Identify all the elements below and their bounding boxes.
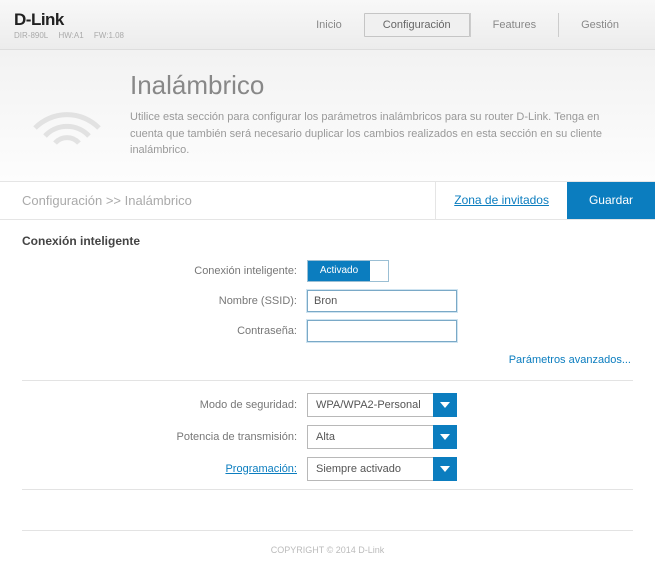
section-divider bbox=[22, 380, 633, 381]
save-button[interactable]: Guardar bbox=[567, 182, 655, 219]
label-ssid: Nombre (SSID): bbox=[22, 295, 307, 307]
advanced-link-row: Parámetros avanzados... bbox=[22, 350, 633, 374]
select-security-value: WPA/WPA2-Personal bbox=[307, 393, 433, 417]
content-area: Conexión inteligente Conexión inteligent… bbox=[0, 220, 655, 512]
nav-home[interactable]: Inicio bbox=[294, 13, 364, 37]
password-input[interactable] bbox=[307, 320, 457, 342]
brand-logo: D-Link bbox=[14, 10, 132, 30]
copyright: COPYRIGHT © 2014 D-Link bbox=[0, 531, 655, 569]
breadcrumb-row: Configuración >> Inalámbrico Zona de inv… bbox=[0, 182, 655, 220]
model-fw: FW:1.08 bbox=[94, 31, 124, 40]
select-power-value: Alta bbox=[307, 425, 433, 449]
toggle-smart-connect[interactable]: Activado bbox=[307, 260, 389, 282]
label-password: Contraseña: bbox=[22, 325, 307, 337]
logo-block: D-Link DIR-890L HW:A1 FW:1.08 bbox=[14, 10, 132, 40]
section-divider-2 bbox=[22, 489, 633, 490]
nav-config[interactable]: Configuración bbox=[364, 13, 470, 37]
select-schedule-value: Siempre activado bbox=[307, 457, 433, 481]
toggle-handle bbox=[370, 261, 388, 281]
label-smart: Conexión inteligente: bbox=[22, 265, 307, 277]
row-smart-connect: Conexión inteligente: Activado bbox=[22, 260, 633, 282]
model-hw: HW:A1 bbox=[58, 31, 83, 40]
top-nav: Inicio Configuración Features Gestión bbox=[132, 13, 641, 37]
header-bar: D-Link DIR-890L HW:A1 FW:1.08 Inicio Con… bbox=[0, 0, 655, 50]
guest-zone-link[interactable]: Zona de invitados bbox=[435, 182, 567, 219]
row-password: Contraseña: bbox=[22, 320, 633, 342]
page-title: Inalámbrico bbox=[130, 70, 633, 101]
toggle-on-label: Activado bbox=[308, 261, 370, 281]
chevron-down-icon[interactable] bbox=[433, 393, 457, 417]
label-security: Modo de seguridad: bbox=[22, 399, 307, 411]
section-smart-title: Conexión inteligente bbox=[22, 234, 633, 248]
breadcrumb: Configuración >> Inalámbrico bbox=[22, 182, 435, 219]
chevron-down-icon[interactable] bbox=[433, 457, 457, 481]
select-security[interactable]: WPA/WPA2-Personal bbox=[307, 393, 457, 417]
row-power: Potencia de transmisión: Alta bbox=[22, 425, 633, 449]
page-desc: Utilice esta sección para configurar los… bbox=[130, 109, 633, 159]
nav-mgmt[interactable]: Gestión bbox=[558, 13, 641, 37]
select-schedule[interactable]: Siempre activado bbox=[307, 457, 457, 481]
label-power: Potencia de transmisión: bbox=[22, 431, 307, 443]
hero-text: Inalámbrico Utilice esta sección para co… bbox=[130, 70, 633, 159]
model-name: DIR-890L bbox=[14, 31, 48, 40]
advanced-params-link[interactable]: Parámetros avanzados... bbox=[509, 354, 631, 366]
ssid-input[interactable] bbox=[307, 290, 457, 312]
wifi-icon bbox=[22, 70, 112, 159]
nav-features[interactable]: Features bbox=[470, 13, 558, 37]
chevron-down-icon[interactable] bbox=[433, 425, 457, 449]
label-schedule-link[interactable]: Programación: bbox=[22, 463, 307, 475]
select-power[interactable]: Alta bbox=[307, 425, 457, 449]
row-schedule: Programación: Siempre activado bbox=[22, 457, 633, 481]
row-ssid: Nombre (SSID): bbox=[22, 290, 633, 312]
hero-section: Inalámbrico Utilice esta sección para co… bbox=[0, 50, 655, 182]
row-security: Modo de seguridad: WPA/WPA2-Personal bbox=[22, 393, 633, 417]
model-info: DIR-890L HW:A1 FW:1.08 bbox=[14, 31, 132, 40]
